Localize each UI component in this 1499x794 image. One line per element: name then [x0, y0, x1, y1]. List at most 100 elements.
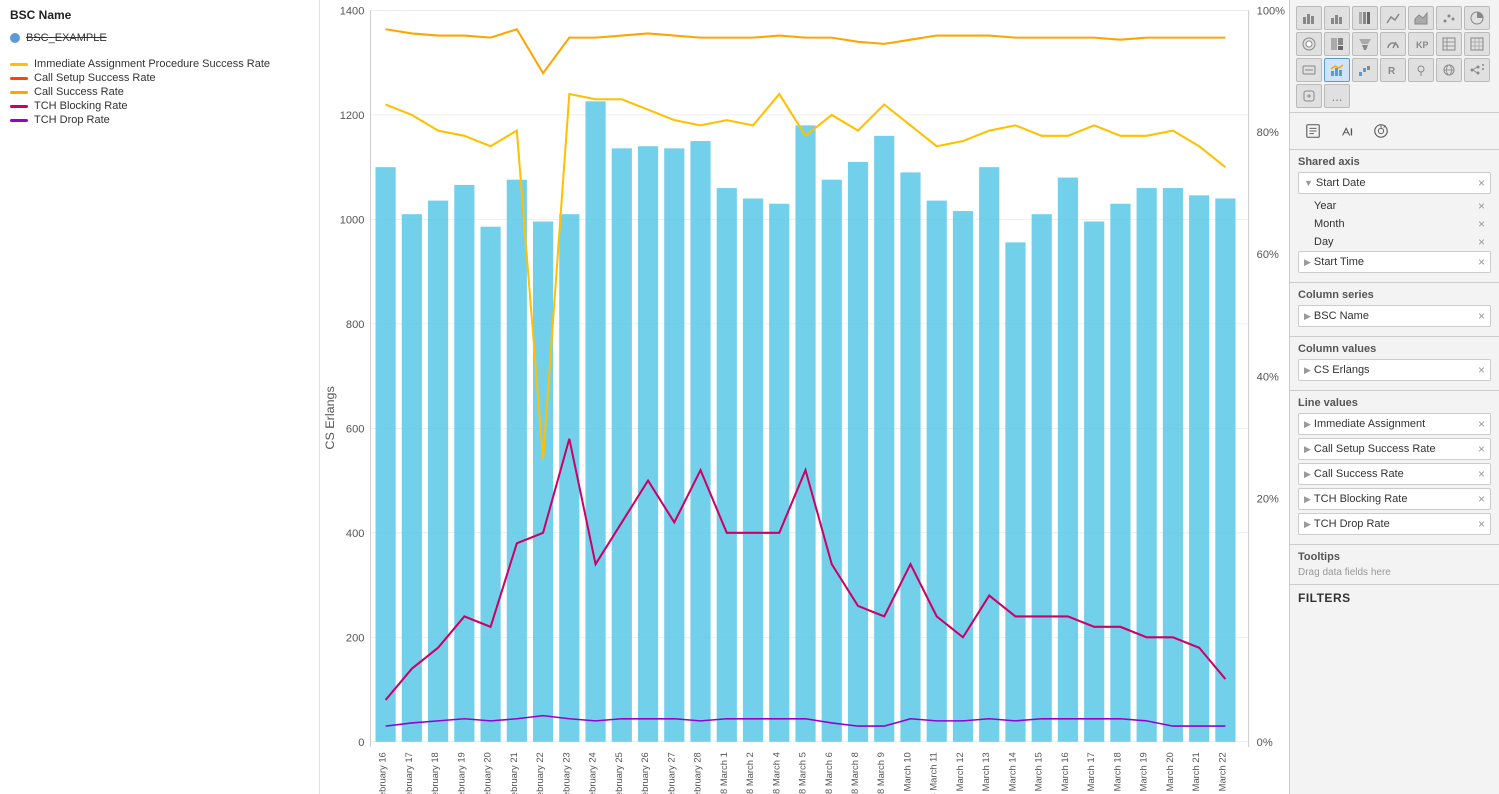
- chart-type-key-influencer[interactable]: [1296, 84, 1322, 108]
- start-date-close[interactable]: ×: [1478, 176, 1485, 190]
- chart-svg-container: 1400 1200 1000 800 600 400 200 0 100% 80…: [320, 0, 1289, 794]
- chart-type-stacked-bar[interactable]: [1296, 6, 1322, 30]
- start-date-field[interactable]: ▼ Start Date ×: [1298, 172, 1491, 194]
- chart-type-pie[interactable]: [1464, 6, 1490, 30]
- shared-axis-title: Shared axis: [1298, 156, 1491, 168]
- chart-type-funnel[interactable]: [1352, 32, 1378, 56]
- bar-9: [612, 148, 632, 741]
- tch-blocking-field[interactable]: ▶ TCH Blocking Rate ×: [1298, 488, 1491, 510]
- chart-type-r-visual[interactable]: R: [1380, 58, 1406, 82]
- day-close[interactable]: ×: [1478, 235, 1485, 249]
- month-subfield[interactable]: Month ×: [1298, 215, 1491, 233]
- bar-15: [769, 204, 789, 742]
- tooltips-title: Tooltips: [1298, 551, 1491, 563]
- call-setup-close[interactable]: ×: [1478, 442, 1485, 456]
- chart-type-kpi[interactable]: KPI: [1408, 32, 1434, 56]
- chart-type-line[interactable]: [1380, 6, 1406, 30]
- immediate-assignment-close[interactable]: ×: [1478, 417, 1485, 431]
- tch-drop-close[interactable]: ×: [1478, 517, 1485, 531]
- bar-7: [559, 214, 579, 742]
- bar-16: [795, 125, 815, 741]
- bar-10: [638, 146, 658, 742]
- chart-type-waterfall[interactable]: [1352, 58, 1378, 82]
- month-label: Month: [1314, 218, 1345, 230]
- bsc-name-field[interactable]: ▶ BSC Name ×: [1298, 305, 1491, 327]
- start-date-label: Start Date: [1316, 177, 1366, 189]
- immediate-assignment-field[interactable]: ▶ Immediate Assignment ×: [1298, 413, 1491, 435]
- year-subfield[interactable]: Year ×: [1298, 197, 1491, 215]
- tooltips-hint: Drag data fields here: [1298, 567, 1491, 578]
- x-label-11: 2018 February 27: [666, 752, 676, 794]
- legend-item-call-success: Call Success Rate: [10, 86, 309, 98]
- legend-items: Immediate Assignment Procedure Success R…: [10, 58, 309, 128]
- bar-4: [480, 227, 500, 742]
- month-close[interactable]: ×: [1478, 217, 1485, 231]
- chart-type-100-bar[interactable]: [1352, 6, 1378, 30]
- cs-erlangs-field[interactable]: ▶ CS Erlangs ×: [1298, 359, 1491, 381]
- svg-text:R: R: [1388, 66, 1396, 77]
- x-label-6: 2018 February 22: [535, 752, 545, 794]
- bar-8: [585, 101, 605, 741]
- legend-line-immediate-assignment: [10, 63, 28, 66]
- chart-type-area[interactable]: [1408, 6, 1434, 30]
- x-label-16: 2018 March 5: [798, 752, 808, 794]
- tch-drop-label: TCH Drop Rate: [1314, 518, 1390, 530]
- chart-type-combo[interactable]: [1324, 58, 1350, 82]
- legend-label-tch-blocking: TCH Blocking Rate: [34, 100, 128, 112]
- tch-drop-field[interactable]: ▶ TCH Drop Rate ×: [1298, 513, 1491, 535]
- day-subfield[interactable]: Day ×: [1298, 233, 1491, 251]
- x-label-15: 2018 March 4: [771, 752, 781, 794]
- x-label-12: 2018 February 28: [693, 752, 703, 794]
- bar-14: [743, 199, 763, 742]
- svg-text:800: 800: [346, 319, 365, 331]
- call-setup-field[interactable]: ▶ Call Setup Success Rate ×: [1298, 438, 1491, 460]
- cs-erlangs-close[interactable]: ×: [1478, 363, 1485, 377]
- chart-type-toolbar: KPI: [1290, 0, 1499, 113]
- chart-type-donut[interactable]: [1296, 32, 1322, 56]
- legend-label-call-setup-success: Call Setup Success Rate: [34, 72, 156, 84]
- x-label-20: 2018 March 10: [903, 752, 913, 794]
- x-label-23: 2018 March 13: [981, 752, 991, 794]
- chart-type-scatter[interactable]: [1436, 6, 1462, 30]
- bar-2: [428, 201, 448, 742]
- chart-type-bar[interactable]: [1324, 6, 1350, 30]
- tch-blocking-close[interactable]: ×: [1478, 492, 1485, 506]
- column-series-title: Column series: [1298, 289, 1491, 301]
- call-success-close[interactable]: ×: [1478, 467, 1485, 481]
- x-label-13: 2018 March 1: [719, 752, 729, 794]
- call-success-field[interactable]: ▶ Call Success Rate ×: [1298, 463, 1491, 485]
- legend-panel: BSC Name BSC_EXAMPLE Immediate Assignmen…: [0, 0, 320, 794]
- bar-17: [822, 180, 842, 742]
- chart-type-treemap[interactable]: [1324, 32, 1350, 56]
- svg-text:100%: 100%: [1257, 5, 1285, 17]
- bsc-name-close[interactable]: ×: [1478, 309, 1485, 323]
- legend-item-tch-blocking: TCH Blocking Rate: [10, 100, 309, 112]
- x-label-27: 2018 March 17: [1086, 752, 1096, 794]
- start-time-close[interactable]: ×: [1478, 255, 1485, 269]
- chart-type-gauge[interactable]: [1380, 32, 1406, 56]
- x-label-26: 2018 March 16: [1060, 752, 1070, 794]
- chart-type-globe[interactable]: [1436, 58, 1462, 82]
- chart-type-more[interactable]: ...: [1324, 84, 1350, 108]
- chart-type-matrix[interactable]: [1464, 32, 1490, 56]
- x-label-1: 2018 February 17: [404, 752, 414, 794]
- chart-type-map[interactable]: [1408, 58, 1434, 82]
- viz-fields-btn[interactable]: [1298, 118, 1328, 144]
- column-values-section: Column values ▶ CS Erlangs ×: [1290, 337, 1499, 391]
- cs-erlangs-chevron: ▶: [1304, 365, 1311, 376]
- start-time-field[interactable]: ▶ Start Time ×: [1298, 251, 1491, 273]
- viz-format-btn[interactable]: [1332, 118, 1362, 144]
- column-values-title: Column values: [1298, 343, 1491, 355]
- bar-25: [1032, 214, 1052, 742]
- shared-axis-section: Shared axis ▼ Start Date × Year × Month …: [1290, 150, 1499, 283]
- bsc-name-label: BSC Name: [1314, 310, 1369, 322]
- x-label-22: 2018 March 12: [955, 752, 965, 794]
- start-time-chevron: ▶: [1304, 257, 1311, 268]
- chart-type-table[interactable]: [1436, 32, 1462, 56]
- chart-type-card[interactable]: [1296, 58, 1322, 82]
- chart-type-decomp-tree[interactable]: [1464, 58, 1490, 82]
- viz-analytics-btn[interactable]: [1366, 118, 1396, 144]
- legend-item-immediate-assignment: Immediate Assignment Procedure Success R…: [10, 58, 309, 70]
- x-label-25: 2018 March 15: [1034, 752, 1044, 794]
- year-close[interactable]: ×: [1478, 199, 1485, 213]
